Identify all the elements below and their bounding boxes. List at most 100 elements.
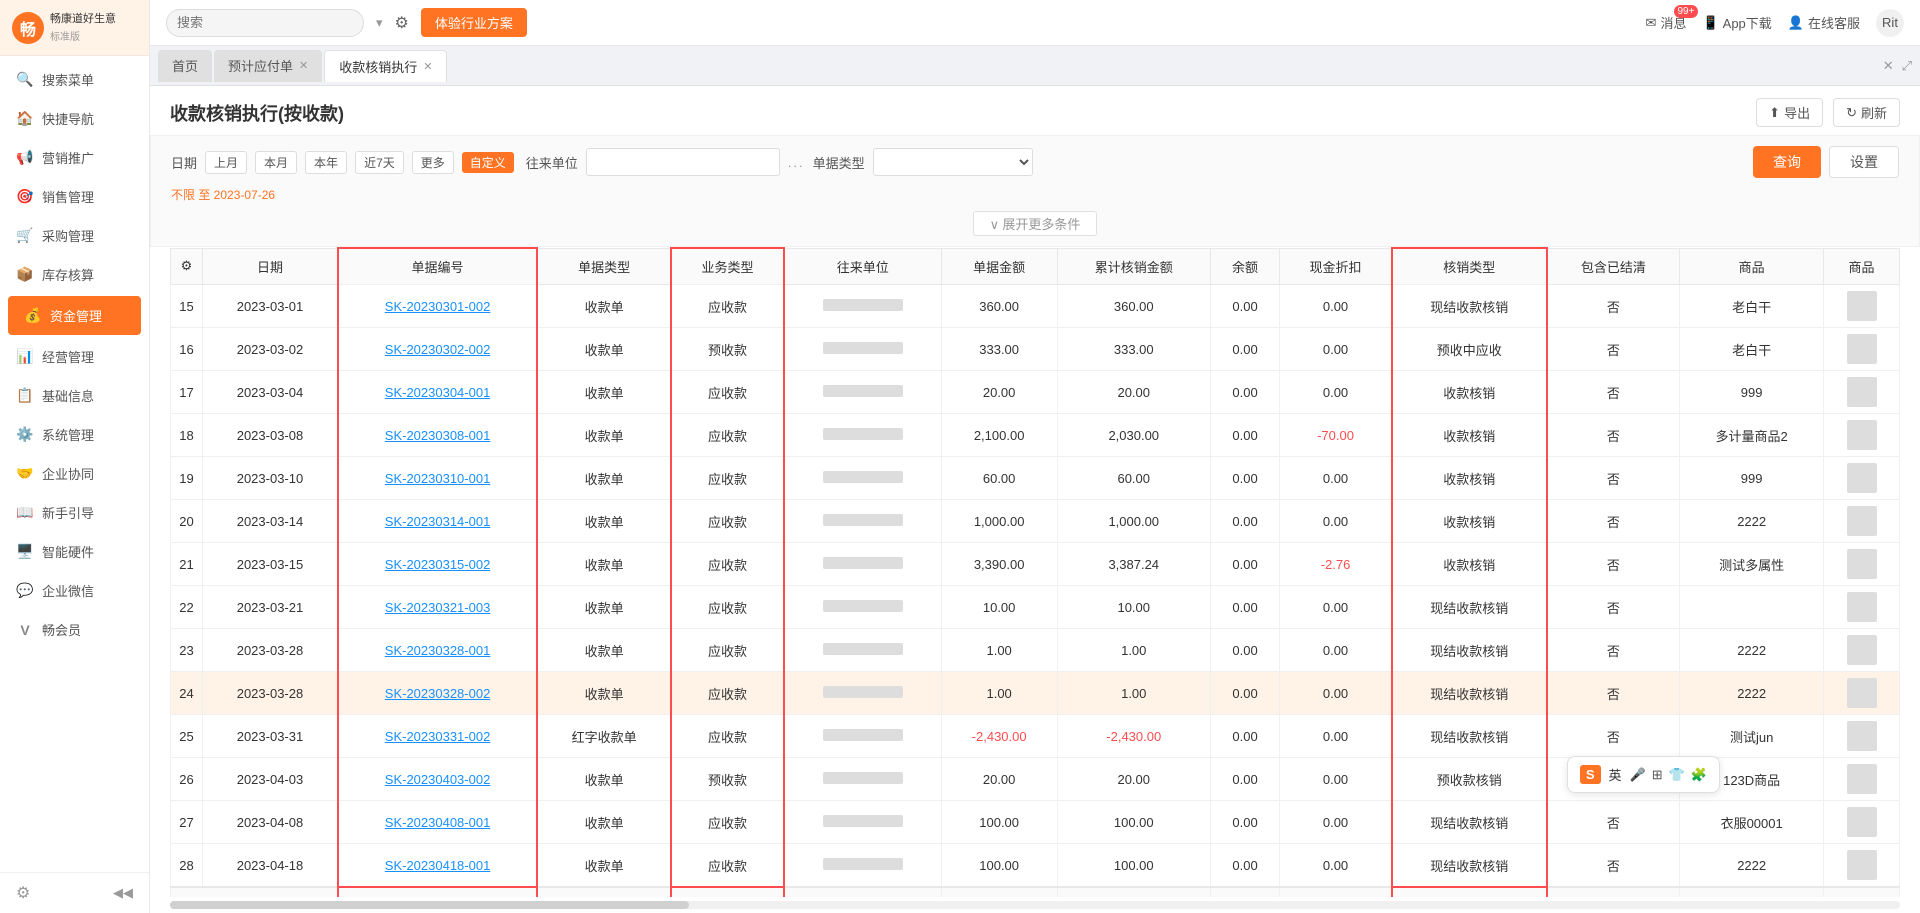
scrollbar-thumb[interactable]	[170, 901, 689, 909]
date-btn-this-year[interactable]: 本年	[305, 151, 347, 174]
system-icon: ⚙️	[16, 426, 34, 443]
more-filters-icon[interactable]: ...	[788, 155, 805, 170]
row-include: 否	[1547, 672, 1680, 715]
tab-prepay-close-icon[interactable]: ✕	[299, 59, 308, 72]
code-link[interactable]: SK-20230301-002	[385, 299, 491, 314]
row-cumulative: 333.00	[1057, 328, 1210, 371]
code-link[interactable]: SK-20230308-001	[385, 428, 491, 443]
marketing-icon: 📢	[16, 149, 34, 166]
code-link[interactable]: SK-20230403-002	[385, 772, 491, 787]
sidebar-item-hardware[interactable]: 🖥️ 智能硬件	[0, 532, 149, 571]
code-link[interactable]: SK-20230328-001	[385, 643, 491, 658]
row-date: 2023-03-31	[203, 715, 338, 758]
sidebar-item-purchase[interactable]: 🛒 采购管理	[0, 216, 149, 255]
sidebar-item-system[interactable]: ⚙️ 系统管理	[0, 415, 149, 454]
code-link[interactable]: SK-20230418-001	[385, 858, 491, 873]
row-balance: 0.00	[1210, 285, 1279, 328]
code-link[interactable]: SK-20230408-001	[385, 815, 491, 830]
code-link[interactable]: SK-20230315-002	[385, 557, 491, 572]
sidebar-item-sales[interactable]: 🎯 销售管理	[0, 177, 149, 216]
sidebar-item-member[interactable]: V 畅会员	[0, 610, 149, 649]
tab-close-all-icon[interactable]: ✕	[1883, 58, 1894, 74]
solution-button[interactable]: 体验行业方案	[421, 8, 527, 37]
sidebar-item-label: 企业协同	[42, 464, 94, 483]
code-link[interactable]: SK-20230328-002	[385, 686, 491, 701]
shirt-icon[interactable]: 👕	[1669, 767, 1685, 783]
code-link[interactable]: SK-20230310-001	[385, 471, 491, 486]
row-product1: 2222	[1680, 672, 1824, 715]
sidebar-item-finance[interactable]: 💰 资金管理	[8, 296, 141, 335]
row-product2	[1824, 586, 1900, 629]
sidebar-item-quick[interactable]: 🏠 快捷导航	[0, 99, 149, 138]
row-cumulative: 1.00	[1057, 672, 1210, 715]
table-row: 19 2023-03-10 SK-20230310-001 收款单 应收款 60…	[171, 457, 1900, 500]
expand-more-button[interactable]: ∨ 展开更多条件	[973, 211, 1098, 236]
code-link[interactable]: SK-20230331-002	[385, 729, 491, 744]
column-settings-icon[interactable]: ⚙	[181, 258, 193, 273]
sidebar-item-inventory[interactable]: 📦 库存核算	[0, 255, 149, 294]
row-product1: 测试多属性	[1680, 543, 1824, 586]
dropdown-arrow-icon[interactable]: ▾	[376, 15, 383, 31]
row-include: 否	[1547, 629, 1680, 672]
tab-home[interactable]: 首页	[158, 50, 212, 82]
puzzle-icon[interactable]: 🧩	[1691, 767, 1707, 783]
row-num: 27	[171, 801, 203, 844]
messages-button[interactable]: ✉ 消息 99+	[1646, 13, 1687, 32]
footer-bill-type	[537, 887, 671, 897]
grid-icon[interactable]: ⊞	[1652, 767, 1663, 783]
code-link[interactable]: SK-20230304-001	[385, 385, 491, 400]
code-link[interactable]: SK-20230321-003	[385, 600, 491, 615]
settings-footer-icon[interactable]: ⚙	[16, 883, 30, 903]
row-include: 否	[1547, 586, 1680, 629]
receipt-type-select[interactable]	[873, 148, 1033, 176]
tab-collect[interactable]: 收款核销执行 ✕	[324, 50, 447, 82]
user-avatar[interactable]: Rit	[1876, 9, 1904, 37]
sidebar-item-search[interactable]: 🔍 搜索菜单	[0, 60, 149, 99]
row-bill-type: 收款单	[537, 414, 671, 457]
row-include: 否	[1547, 285, 1680, 328]
row-verify-type: 现结收款核销	[1392, 844, 1547, 888]
row-amount: 1,000.00	[941, 500, 1057, 543]
custom-date-button[interactable]: 自定义	[462, 152, 514, 173]
row-code: SK-20230314-001	[338, 500, 537, 543]
sidebar-item-guide[interactable]: 📖 新手引导	[0, 493, 149, 532]
date-btn-7days[interactable]: 近7天	[355, 151, 404, 174]
tab-prepay[interactable]: 预计应付单 ✕	[214, 50, 322, 82]
app-download-button[interactable]: 📱 App下载	[1702, 13, 1771, 32]
date-btn-last-month[interactable]: 上月	[205, 151, 247, 174]
gear-icon[interactable]: ⚙	[395, 13, 409, 33]
sidebar-item-collab[interactable]: 🤝 企业协同	[0, 454, 149, 493]
sidebar-item-label: 畅会员	[42, 620, 81, 639]
filter-settings-button[interactable]: 设置	[1829, 146, 1899, 178]
row-code: SK-20230403-002	[338, 758, 537, 801]
code-link[interactable]: SK-20230302-002	[385, 342, 491, 357]
date-btn-more[interactable]: 更多	[412, 151, 454, 174]
export-button[interactable]: ⬆ 导出	[1756, 98, 1823, 127]
footer-customer	[784, 887, 941, 897]
date-btn-this-month[interactable]: 本月	[255, 151, 297, 174]
mic-icon[interactable]: 🎤	[1630, 767, 1646, 783]
col-gear[interactable]: ⚙	[171, 248, 203, 285]
sidebar-item-wechat[interactable]: 💬 企业微信	[0, 571, 149, 610]
sidebar-item-marketing[interactable]: 📢 营销推广	[0, 138, 149, 177]
search-input[interactable]	[166, 9, 364, 37]
tab-expand-icon[interactable]: ⤢	[1902, 58, 1912, 74]
refresh-icon: ↻	[1846, 105, 1857, 121]
refresh-button[interactable]: ↻ 刷新	[1833, 98, 1900, 127]
scrollbar[interactable]	[170, 901, 1900, 909]
row-amount: 20.00	[941, 758, 1057, 801]
page-header: 收款核销执行(按收款) ⬆ 导出 ↻ 刷新	[150, 86, 1920, 135]
online-service-button[interactable]: 👤 在线客服	[1788, 13, 1860, 32]
tab-collect-close-icon[interactable]: ✕	[423, 60, 432, 73]
code-link[interactable]: SK-20230314-001	[385, 514, 491, 529]
query-button[interactable]: 查询	[1753, 146, 1821, 178]
sidebar-item-operation[interactable]: 📊 经营管理	[0, 337, 149, 376]
row-bill-type: 收款单	[537, 758, 671, 801]
row-verify-type: 现结收款核销	[1392, 586, 1547, 629]
sidebar-item-basic[interactable]: 📋 基础信息	[0, 376, 149, 415]
collapse-icon[interactable]: ◀◀	[113, 885, 133, 901]
row-discount: 0.00	[1280, 500, 1392, 543]
customer-filter-input[interactable]	[586, 148, 780, 176]
row-include: 否	[1547, 543, 1680, 586]
tabbar-controls: ✕ ⤢	[1883, 58, 1912, 74]
